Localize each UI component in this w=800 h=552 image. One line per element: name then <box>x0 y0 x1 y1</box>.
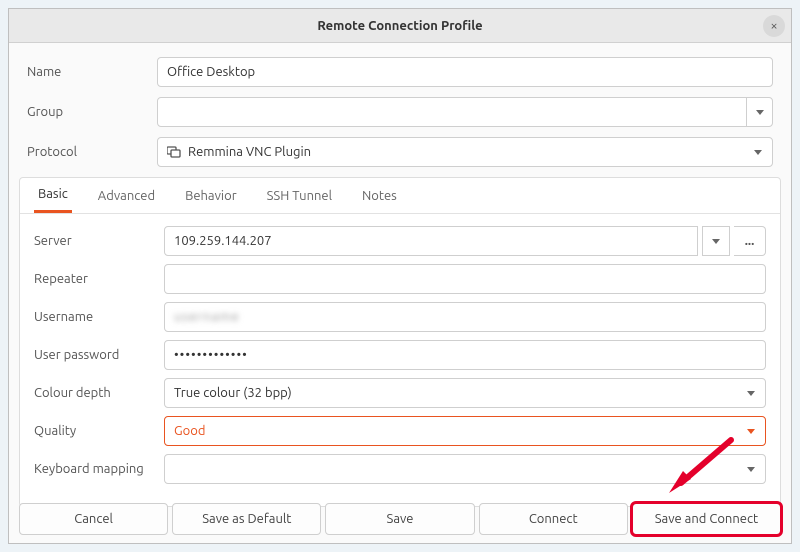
cancel-button-label: Cancel <box>74 512 113 526</box>
server-label: Server <box>34 234 164 248</box>
titlebar: Remote Connection Profile × <box>9 9 791 43</box>
basic-form: Server 109.259.144.207 ... Repeater User… <box>20 214 780 506</box>
dialog-frame: Remote Connection Profile × Name Office … <box>8 8 792 544</box>
server-input[interactable]: 109.259.144.207 <box>164 226 698 256</box>
name-input-text: Office Desktop <box>167 65 255 79</box>
save-and-connect-label: Save and Connect <box>655 512 758 526</box>
group-label: Group <box>27 105 157 119</box>
tab-ssh-label: SSH Tunnel <box>267 189 332 203</box>
repeater-label: Repeater <box>34 272 164 286</box>
server-history-dropdown[interactable] <box>702 226 730 256</box>
group-select-value <box>158 98 746 126</box>
save-as-default-label: Save as Default <box>202 512 291 526</box>
profile-header-form: Name Office Desktop Group Protocol Remmi… <box>9 43 791 177</box>
save-as-default-button[interactable]: Save as Default <box>172 503 321 535</box>
server-browse-button[interactable]: ... <box>734 226 766 256</box>
tab-basic[interactable]: Basic <box>34 178 72 213</box>
tab-ssh-tunnel[interactable]: SSH Tunnel <box>263 178 336 213</box>
password-input-text: ••••••••••••• <box>174 348 248 362</box>
tab-notes[interactable]: Notes <box>358 178 401 213</box>
tab-advanced[interactable]: Advanced <box>94 178 159 213</box>
connect-button-label: Connect <box>529 512 578 526</box>
save-button[interactable]: Save <box>325 503 474 535</box>
connect-button[interactable]: Connect <box>479 503 628 535</box>
save-button-label: Save <box>387 512 414 526</box>
tab-basic-label: Basic <box>38 187 68 201</box>
protocol-label: Protocol <box>27 145 157 159</box>
username-input-text: username <box>174 310 240 324</box>
chevron-down-icon <box>747 467 755 472</box>
repeater-input[interactable] <box>164 264 766 294</box>
footer-buttons: Cancel Save as Default Save Connect Save… <box>19 503 781 535</box>
quality-select[interactable]: Good <box>164 416 766 446</box>
tabs-row: Basic Advanced Behavior SSH Tunnel Notes <box>20 178 780 214</box>
cancel-button[interactable]: Cancel <box>19 503 168 535</box>
tab-advanced-label: Advanced <box>98 189 155 203</box>
password-input[interactable]: ••••••••••••• <box>164 340 766 370</box>
colour-depth-label: Colour depth <box>34 386 164 400</box>
chevron-down-icon <box>756 110 764 115</box>
quality-label: Quality <box>34 424 164 438</box>
chevron-down-icon <box>712 239 720 244</box>
ellipsis-icon: ... <box>745 234 755 248</box>
protocol-select[interactable]: Remmina VNC Plugin <box>157 137 773 167</box>
chevron-down-icon <box>754 150 762 155</box>
server-row: 109.259.144.207 ... <box>164 226 766 256</box>
name-input[interactable]: Office Desktop <box>157 57 773 87</box>
server-input-text: 109.259.144.207 <box>174 234 272 248</box>
colour-depth-select[interactable]: True colour (32 bpp) <box>164 378 766 408</box>
password-label: User password <box>34 348 164 362</box>
vnc-plugin-icon <box>167 145 181 159</box>
chevron-down-icon <box>747 429 755 434</box>
protocol-select-value: Remmina VNC Plugin <box>188 145 311 159</box>
colour-depth-value: True colour (32 bpp) <box>174 386 292 400</box>
close-button[interactable]: × <box>763 15 785 37</box>
keyboard-mapping-select[interactable] <box>164 454 766 484</box>
chevron-down-icon <box>747 391 755 396</box>
group-select-button[interactable] <box>746 98 772 126</box>
quality-value: Good <box>174 424 205 438</box>
save-and-connect-button[interactable]: Save and Connect <box>632 503 781 535</box>
tab-notes-label: Notes <box>362 189 397 203</box>
group-select[interactable] <box>157 97 773 127</box>
window-title: Remote Connection Profile <box>317 19 482 33</box>
tab-behavior-label: Behavior <box>185 189 237 203</box>
close-icon: × <box>770 19 777 33</box>
tab-behavior[interactable]: Behavior <box>181 178 241 213</box>
settings-panel: Basic Advanced Behavior SSH Tunnel Notes… <box>19 177 781 507</box>
username-label: Username <box>34 310 164 324</box>
username-input[interactable]: username <box>164 302 766 332</box>
keyboard-mapping-label: Keyboard mapping <box>34 462 164 476</box>
name-label: Name <box>27 65 157 79</box>
